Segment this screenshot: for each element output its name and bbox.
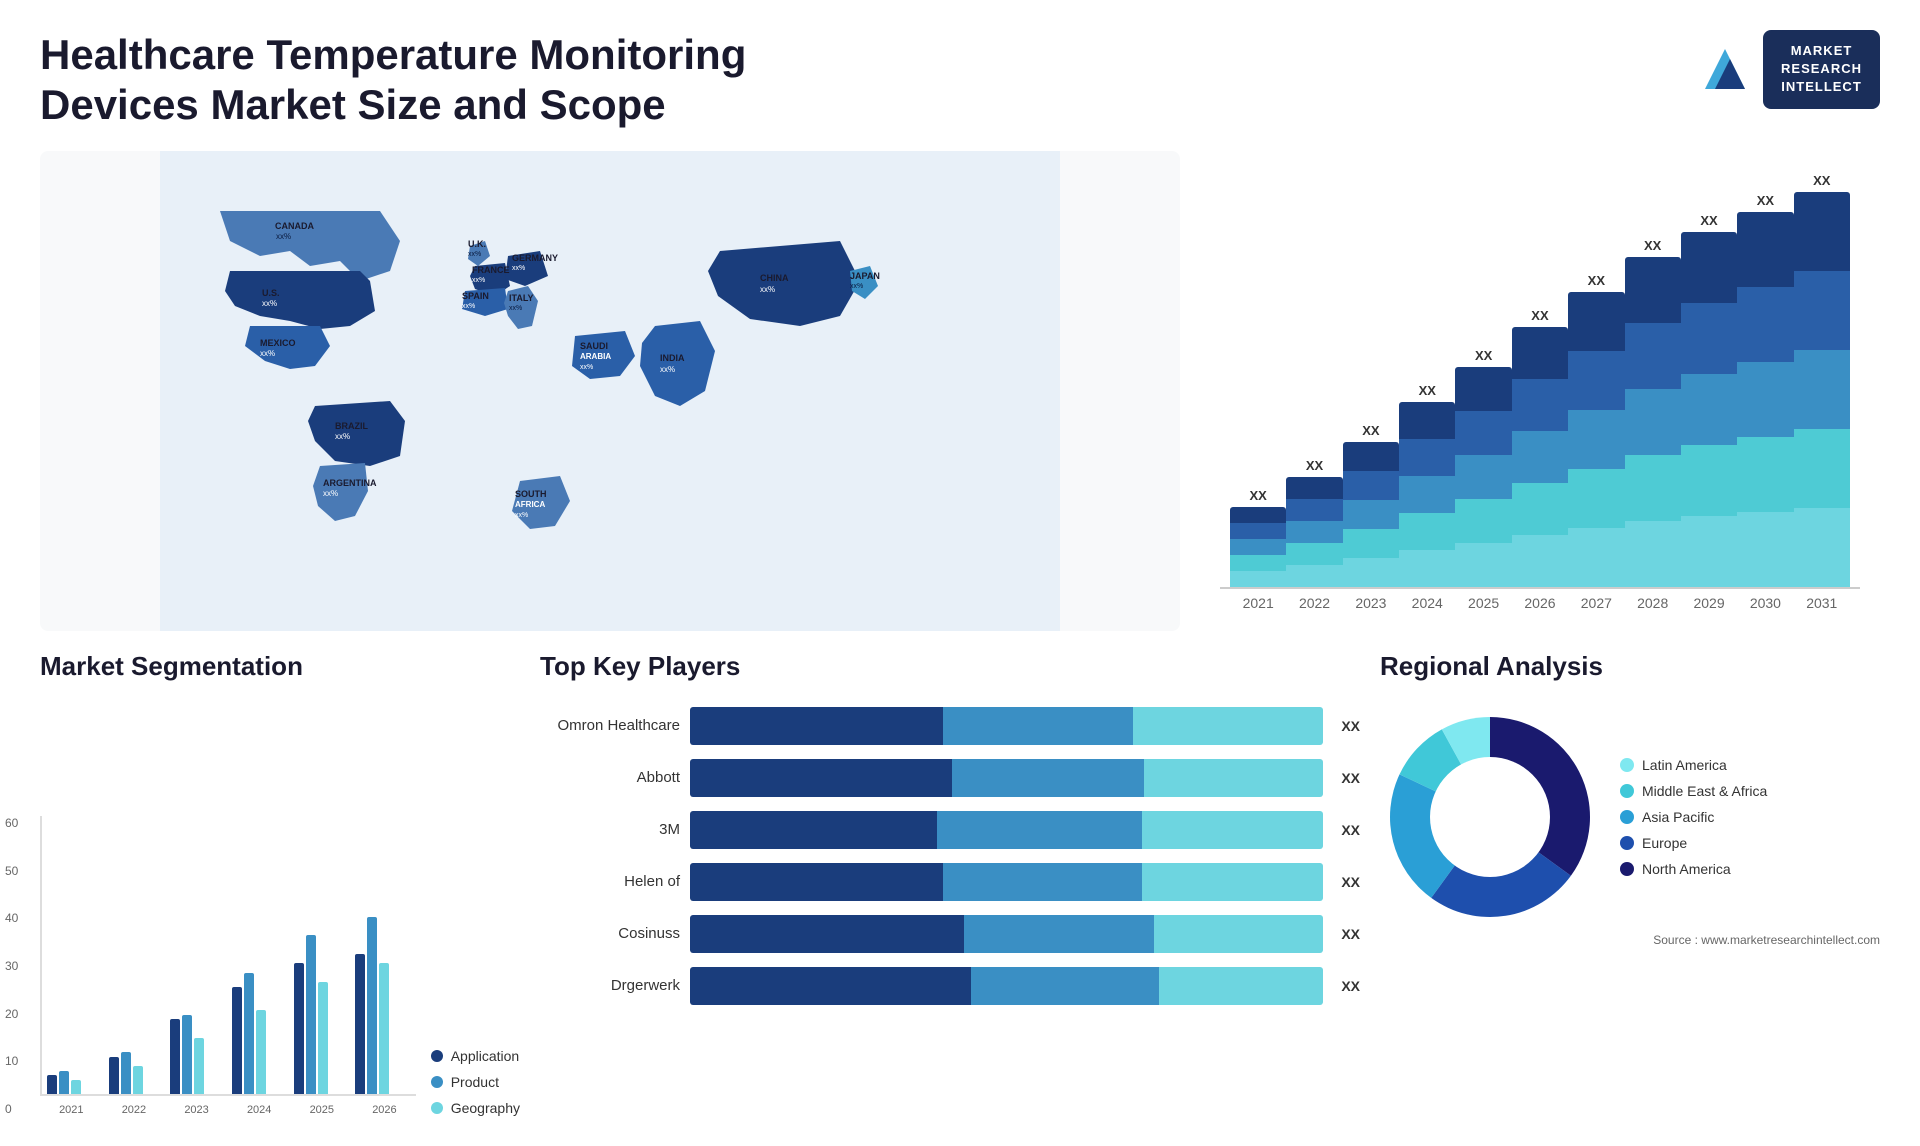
players-bars: Omron HealthcareXX AbbottXX 3MXX Helen ofXX…	[540, 707, 1360, 1005]
logo-icon	[1695, 44, 1755, 94]
argentina-val: xx%	[323, 489, 338, 498]
donut-area: Latin America Middle East & Africa Asia Pa…	[1380, 707, 1880, 927]
japan-val: xx%	[850, 283, 863, 290]
india-label: INDIA	[660, 353, 685, 363]
legend-dot-geography	[431, 1102, 443, 1114]
japan-label: JAPAN	[850, 271, 880, 281]
brazil-label: BRAZIL	[335, 421, 368, 431]
mexico-val: xx%	[260, 349, 275, 358]
top-row: CANADA xx% U.S. xx% MEXICO xx% BRAZIL xx…	[40, 151, 1880, 631]
bottom-row: Market Segmentation 6050403020100 202120…	[40, 651, 1880, 1116]
seg-bar-group	[294, 935, 350, 1094]
spain-val: xx%	[462, 303, 475, 310]
growth-bar-2029: XX	[1681, 213, 1737, 587]
seg-legend: Application Product Geography	[431, 1048, 520, 1116]
seg-x-axis: 202120222023202420252026	[40, 1100, 416, 1116]
regional-legend-item: Middle East & Africa	[1620, 783, 1767, 799]
growth-bar-2031: XX	[1794, 173, 1850, 587]
canada-label: CANADA	[275, 221, 314, 231]
germany-label: GERMANY	[512, 253, 558, 263]
segmentation-title: Market Segmentation	[40, 651, 520, 682]
seg-chart	[40, 816, 416, 1096]
players-section: Top Key Players Omron HealthcareXX Abbott…	[540, 651, 1360, 1116]
segmentation-section: Market Segmentation 6050403020100 202120…	[40, 651, 520, 1116]
saudi-label2: ARABIA	[580, 352, 611, 361]
seg-bar-group	[355, 917, 411, 1094]
seg-content: 6050403020100 202120222023202420252026 A…	[40, 697, 520, 1116]
seg-bar-group	[109, 1052, 165, 1094]
regional-section: Regional Analysis Latin America Middle Ea…	[1380, 651, 1880, 1116]
world-map-svg: CANADA xx% U.S. xx% MEXICO xx% BRAZIL xx…	[40, 151, 1180, 631]
seg-bar-group	[47, 1071, 103, 1094]
legend-product: Product	[431, 1074, 520, 1090]
mexico-label: MEXICO	[260, 338, 296, 348]
growth-bar-2021: XX	[1230, 488, 1286, 587]
regional-legend: Latin America Middle East & Africa Asia Pa…	[1620, 757, 1767, 877]
argentina-label: ARGENTINA	[323, 478, 377, 488]
france-val: xx%	[472, 277, 485, 284]
main-container: Healthcare Temperature Monitoring Device…	[0, 0, 1920, 1146]
growth-bar-2030: XX	[1737, 193, 1793, 587]
player-row: Omron HealthcareXX	[540, 707, 1360, 745]
player-row: AbbottXX	[540, 759, 1360, 797]
growth-bar-2025: XX	[1455, 348, 1511, 587]
map-section: CANADA xx% U.S. xx% MEXICO xx% BRAZIL xx…	[40, 151, 1180, 631]
growth-bar-2023: XX	[1343, 423, 1399, 587]
legend-dot-product	[431, 1076, 443, 1088]
regional-legend-item: Latin America	[1620, 757, 1767, 773]
page-title: Healthcare Temperature Monitoring Device…	[40, 30, 860, 131]
legend-application: Application	[431, 1048, 520, 1064]
player-row: 3MXX	[540, 811, 1360, 849]
india-val: xx%	[660, 365, 675, 374]
saudi-label: SAUDI	[580, 341, 608, 351]
growth-chart-section: XXXXXXXXXXXXXXXXXXXXXX 20212022202320242…	[1200, 151, 1880, 631]
legend-geography: Geography	[431, 1100, 520, 1116]
seg-bar-group	[232, 973, 288, 1094]
growth-bar-2027: XX	[1568, 273, 1624, 587]
regional-legend-item: Europe	[1620, 835, 1767, 851]
logo-inner: MARKET RESEARCH INTELLECT	[1695, 30, 1880, 109]
uk-label: U.K.	[468, 239, 486, 249]
growth-bar-2028: XX	[1625, 238, 1681, 587]
south-africa-label2: AFRICA	[515, 500, 545, 509]
player-row: CosinussXX	[540, 915, 1360, 953]
france-label: FRANCE	[472, 265, 510, 275]
china-val: xx%	[760, 285, 775, 294]
italy-label: ITALY	[509, 293, 534, 303]
growth-bar-2024: XX	[1399, 383, 1455, 587]
regional-legend-item: North America	[1620, 861, 1767, 877]
player-row: DrgerwerkXX	[540, 967, 1360, 1005]
brazil-val: xx%	[335, 432, 350, 441]
uk-val: xx%	[468, 251, 481, 258]
logo-text: MARKET RESEARCH INTELLECT	[1763, 30, 1880, 109]
header: Healthcare Temperature Monitoring Device…	[40, 30, 1880, 131]
us-label: U.S.	[262, 288, 280, 298]
seg-y-axis: 6050403020100	[5, 816, 18, 1116]
canada-val: xx%	[276, 232, 291, 241]
seg-bar-group	[170, 1015, 226, 1094]
player-row: Helen ofXX	[540, 863, 1360, 901]
italy-val: xx%	[509, 305, 522, 312]
spain-label: SPAIN	[462, 291, 489, 301]
legend-dot-application	[431, 1050, 443, 1062]
growth-bar-2022: XX	[1286, 458, 1342, 587]
logo-area: MARKET RESEARCH INTELLECT	[1695, 30, 1880, 109]
growth-x-labels: 2021202220232024202520262027202820292030…	[1220, 589, 1860, 611]
growth-bar-2026: XX	[1512, 308, 1568, 587]
south-africa-val: xx%	[515, 512, 528, 519]
source-text: Source : www.marketresearchintellect.com	[1380, 933, 1880, 947]
south-africa-label: SOUTH	[515, 489, 547, 499]
donut-chart-svg	[1380, 707, 1600, 927]
players-title: Top Key Players	[540, 651, 1360, 682]
regional-title: Regional Analysis	[1380, 651, 1880, 682]
saudi-val: xx%	[580, 364, 593, 371]
germany-val: xx%	[512, 265, 525, 272]
china-label: CHINA	[760, 273, 789, 283]
us-val: xx%	[262, 299, 277, 308]
regional-legend-item: Asia Pacific	[1620, 809, 1767, 825]
growth-bar-area: XXXXXXXXXXXXXXXXXXXXXX	[1220, 209, 1860, 589]
